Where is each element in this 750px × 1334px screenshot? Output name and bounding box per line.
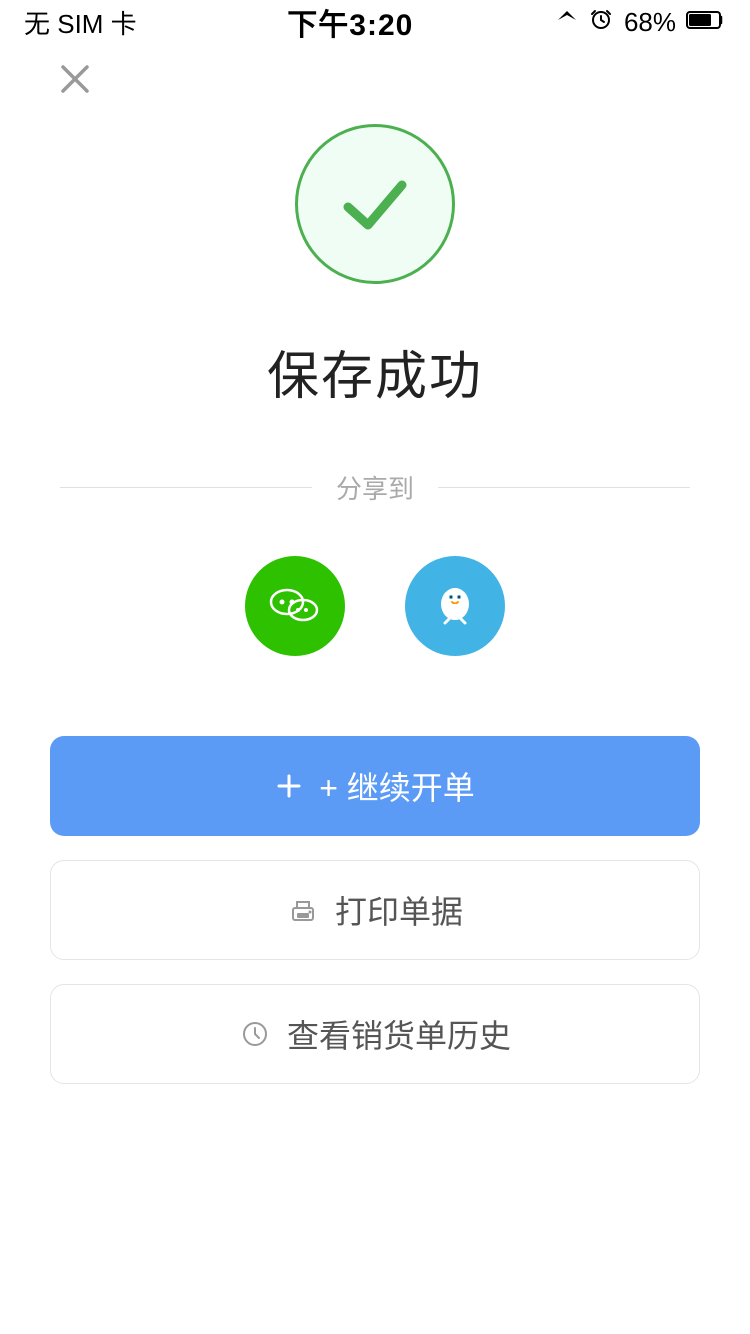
- qq-share-button[interactable]: [405, 556, 505, 656]
- wechat-share-button[interactable]: [245, 556, 345, 656]
- battery-text: 68%: [624, 7, 676, 38]
- battery-icon: [686, 7, 726, 38]
- close-button[interactable]: [50, 54, 100, 104]
- alarm-icon: [588, 6, 614, 39]
- divider-left: [60, 487, 312, 488]
- main-content: 保存成功 分享到: [0, 44, 750, 1084]
- print-label: 打印单据: [335, 887, 463, 933]
- status-left: 无 SIM 卡: [24, 4, 145, 41]
- success-title: 保存成功: [267, 334, 483, 409]
- status-time: 下午3:20: [287, 0, 413, 44]
- success-icon-circle: [295, 124, 455, 284]
- divider-right: [438, 487, 690, 488]
- print-icon: [287, 894, 319, 926]
- share-label: 分享到: [312, 469, 438, 506]
- history-button[interactable]: 查看销货单历史: [50, 984, 700, 1084]
- location-icon: [556, 7, 578, 38]
- print-button[interactable]: 打印单据: [50, 860, 700, 960]
- no-sim-text: 无 SIM 卡: [24, 4, 137, 41]
- history-icon: [239, 1018, 271, 1050]
- action-buttons: + 继续开单 打印单据 查看销货单历史: [0, 736, 750, 1084]
- continue-button[interactable]: + 继续开单: [50, 736, 700, 836]
- share-icons-row: [245, 556, 505, 656]
- history-label: 查看销货单历史: [287, 1011, 511, 1057]
- status-right: 68%: [556, 6, 726, 39]
- status-bar: 无 SIM 卡 下午3:20 68%: [0, 0, 750, 44]
- share-divider: 分享到: [0, 469, 750, 506]
- continue-label: + 继续开单: [319, 763, 475, 809]
- plus-icon: [275, 772, 303, 800]
